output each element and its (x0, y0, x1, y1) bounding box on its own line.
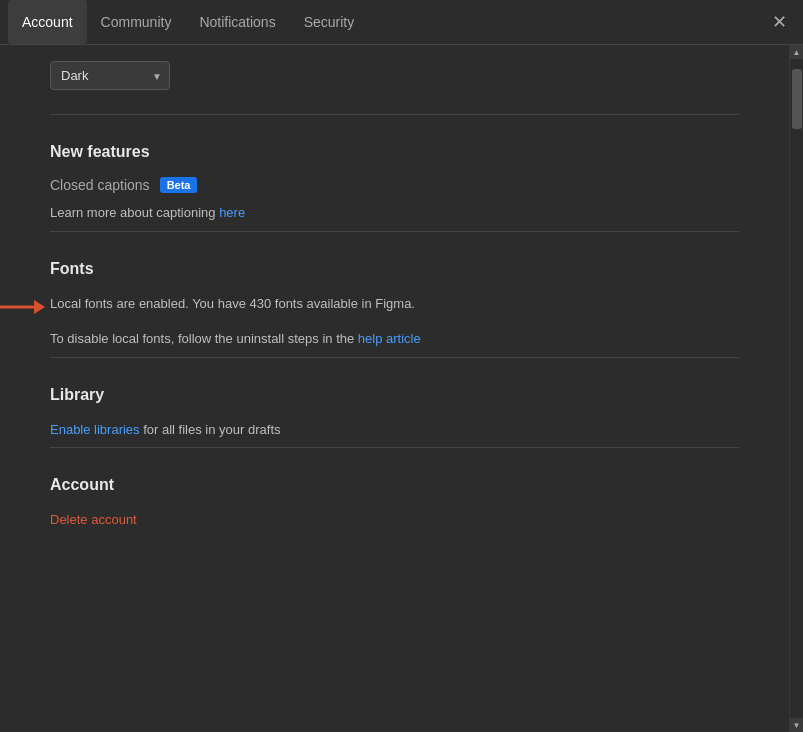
library-description: Enable libraries for all files in your d… (50, 420, 739, 440)
tab-security[interactable]: Security (290, 0, 369, 44)
account-body: Delete account (0, 510, 789, 528)
divider-4 (50, 447, 739, 448)
red-arrow-icon (0, 297, 45, 317)
closed-captions-label: Closed captions (50, 177, 150, 193)
delete-account-link[interactable]: Delete account (50, 512, 137, 527)
captions-label-row: Closed captions Beta (50, 177, 739, 193)
tab-community-label: Community (101, 14, 172, 30)
beta-badge: Beta (160, 177, 198, 193)
svg-marker-1 (34, 300, 45, 314)
scroll-thumb[interactable] (792, 69, 802, 129)
scroll-track (790, 59, 804, 718)
new-features-heading: New features (0, 123, 789, 161)
divider-1 (50, 114, 739, 115)
enable-libraries-link[interactable]: Enable libraries (50, 422, 140, 437)
close-icon: ✕ (772, 11, 787, 33)
divider-3 (50, 357, 739, 358)
content-scroll[interactable]: Dark Light System ▼ New features Closed … (0, 45, 789, 732)
fonts-heading: Fonts (0, 240, 789, 278)
help-article-link[interactable]: help article (358, 331, 421, 346)
tab-community[interactable]: Community (87, 0, 186, 44)
divider-2 (50, 231, 739, 232)
tab-account[interactable]: Account (8, 0, 87, 44)
fonts-text-row: Local fonts are enabled. You have 430 fo… (50, 294, 739, 322)
scrollbar: ▲ ▼ (789, 45, 803, 732)
tab-notifications[interactable]: Notifications (185, 0, 289, 44)
scroll-up-arrow[interactable]: ▲ (790, 45, 804, 59)
settings-window: Account Community Notifications Security… (0, 0, 803, 732)
fonts-disable-text: To disable local fonts, follow the unins… (50, 329, 739, 349)
scroll-down-arrow[interactable]: ▼ (790, 718, 804, 732)
tab-security-label: Security (304, 14, 355, 30)
caption-description: Learn more about captioning here (50, 203, 739, 223)
content-area: Dark Light System ▼ New features Closed … (0, 45, 803, 732)
library-heading: Library (0, 366, 789, 404)
theme-dropdown-row: Dark Light System ▼ (0, 45, 789, 106)
fonts-body: Local fonts are enabled. You have 430 fo… (0, 294, 789, 349)
account-heading: Account (0, 456, 789, 494)
fonts-enabled-text: Local fonts are enabled. You have 430 fo… (50, 294, 415, 314)
new-features-body: Closed captions Beta Learn more about ca… (0, 177, 789, 223)
tab-account-label: Account (22, 14, 73, 30)
tab-notifications-label: Notifications (199, 14, 275, 30)
theme-dropdown-wrapper: Dark Light System ▼ (50, 61, 170, 90)
theme-dropdown[interactable]: Dark Light System (50, 61, 170, 90)
tab-bar: Account Community Notifications Security… (0, 0, 803, 45)
here-link[interactable]: here (219, 205, 245, 220)
library-body: Enable libraries for all files in your d… (0, 420, 789, 440)
close-button[interactable]: ✕ (767, 10, 791, 34)
